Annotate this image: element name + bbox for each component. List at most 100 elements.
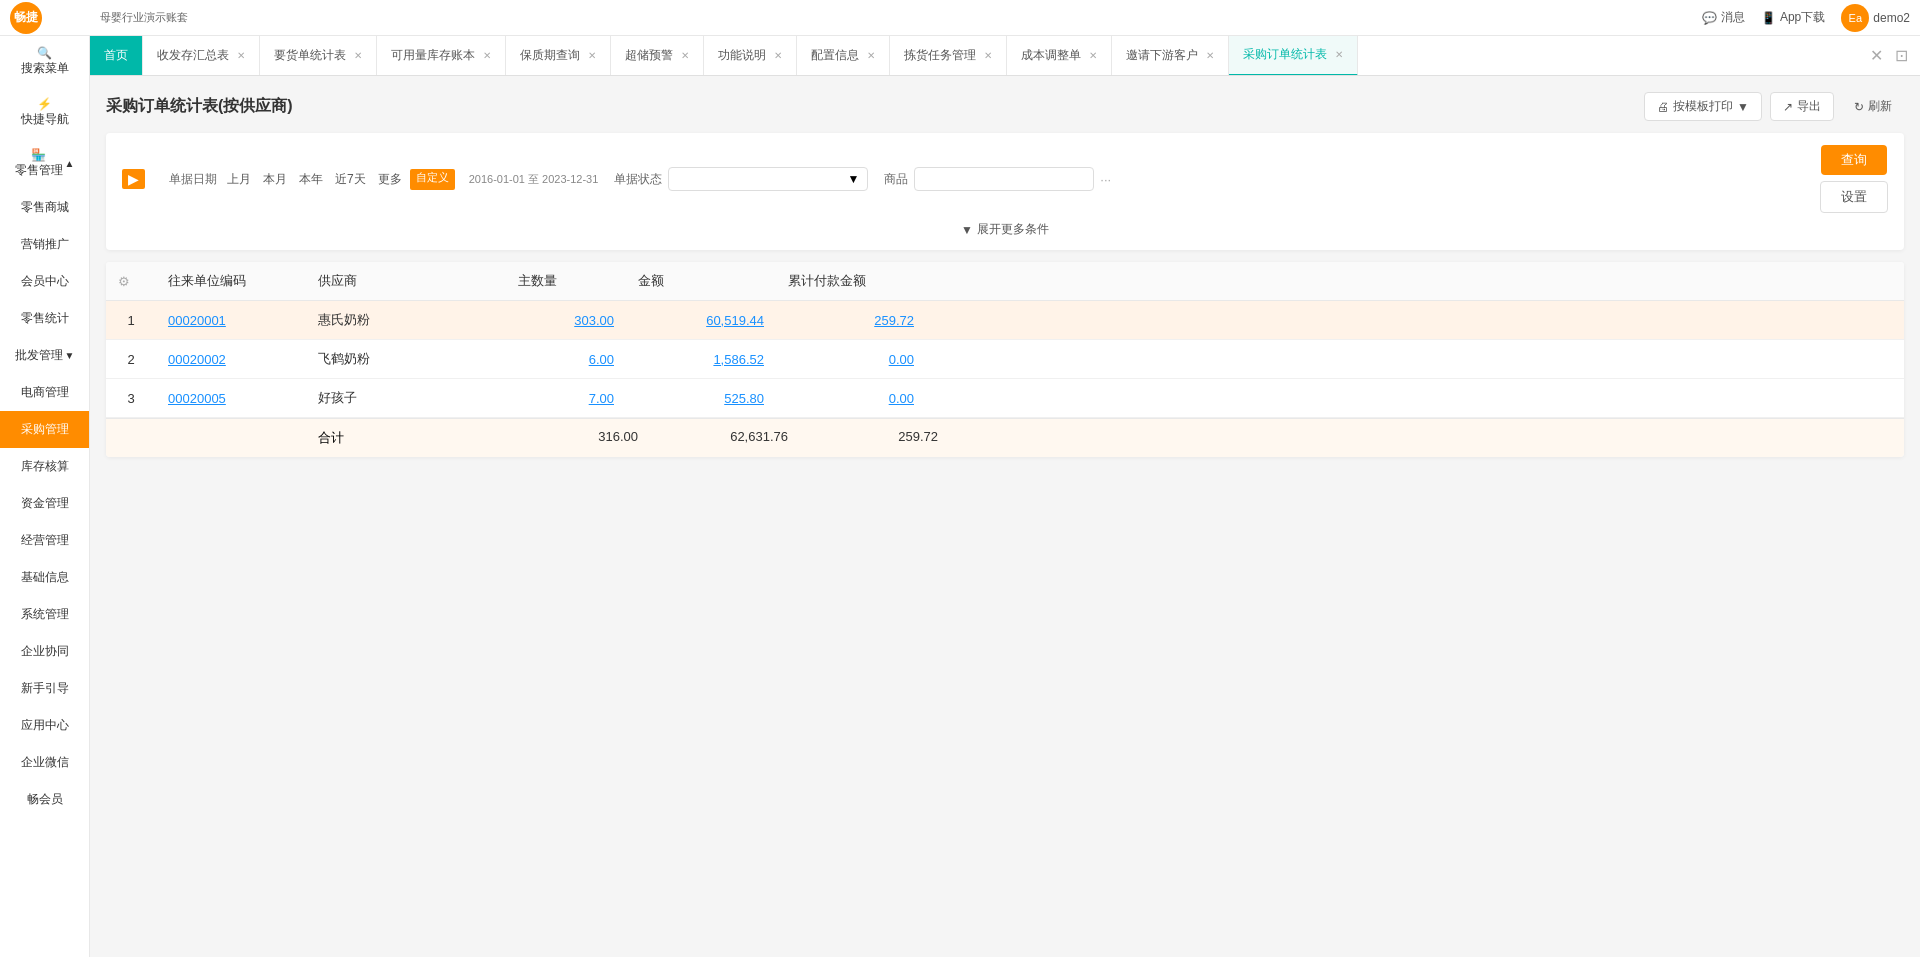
top-bar-right: 💬 消息 📱 App下载 Ea demo2 — [1702, 4, 1910, 32]
close-receipts-summary-icon[interactable]: ✕ — [237, 50, 245, 61]
close-usable-inventory-icon[interactable]: ✕ — [483, 50, 491, 61]
goods-filter-label: 商品 — [884, 171, 908, 188]
goods-filter-group: 商品 ··· — [884, 167, 1111, 191]
custom-date-badge[interactable]: 自定义 — [410, 169, 455, 190]
this-month-shortcut[interactable]: 本月 — [259, 169, 291, 190]
tab-overstock-warning[interactable]: 超储预警 ✕ — [611, 36, 704, 76]
table-row[interactable]: 2 00020002 飞鹤奶粉 6.00 1,586.52 0.00 — [106, 340, 1904, 379]
close-pick-task-icon[interactable]: ✕ — [984, 50, 992, 61]
tab-purchase-stats[interactable]: 采购订单统计表 ✕ — [1229, 36, 1358, 76]
close-func-desc-icon[interactable]: ✕ — [774, 50, 782, 61]
print-dropdown-icon: ▼ — [1737, 100, 1749, 114]
close-cost-adjust-icon[interactable]: ✕ — [1089, 50, 1097, 61]
tab-goods-stats[interactable]: 要货单统计表 ✕ — [260, 36, 377, 76]
sidebar-item-basic-info[interactable]: 基础信息 — [0, 559, 89, 596]
expand-more-button[interactable]: ▼ 展开更多条件 — [961, 221, 1049, 238]
tab-home[interactable]: 首页 — [90, 36, 143, 76]
sidebar-item-member-center[interactable]: 会员中心 — [0, 263, 89, 300]
cell-qty: 303.00 — [506, 301, 626, 340]
qty-link[interactable]: 7.00 — [589, 391, 614, 406]
close-expiry-query-icon[interactable]: ✕ — [588, 50, 596, 61]
qty-link[interactable]: 303.00 — [574, 313, 614, 328]
sidebar-item-retail-mgmt[interactable]: 🏪 零售管理 ▲ — [0, 138, 89, 189]
this-year-shortcut[interactable]: 本年 — [295, 169, 327, 190]
paid-link[interactable]: 0.00 — [889, 352, 914, 367]
amount-link[interactable]: 1,586.52 — [713, 352, 764, 367]
refresh-button[interactable]: ↻ 刷新 — [1842, 93, 1904, 120]
print-button[interactable]: 🖨 按模板打印 ▼ — [1644, 92, 1762, 121]
message-icon: 💬 — [1702, 11, 1717, 25]
paid-link[interactable]: 0.00 — [889, 391, 914, 406]
sidebar-item-ops-mgmt[interactable]: 经营管理 — [0, 522, 89, 559]
close-purchase-stats-icon[interactable]: ✕ — [1335, 49, 1343, 60]
cell-code: 00020005 — [156, 379, 306, 418]
close-goods-stats-icon[interactable]: ✕ — [354, 50, 362, 61]
tab-usable-inventory[interactable]: 可用量库存账本 ✕ — [377, 36, 506, 76]
sidebar-item-retail-store[interactable]: 零售商城 — [0, 189, 89, 226]
close-config-info-icon[interactable]: ✕ — [867, 50, 875, 61]
user-menu[interactable]: Ea demo2 — [1841, 4, 1910, 32]
tab-expiry-query[interactable]: 保质期查询 ✕ — [506, 36, 611, 76]
sidebar-item-marketing[interactable]: 营销推广 — [0, 226, 89, 263]
content-area: 首页 收发存汇总表 ✕ 要货单统计表 ✕ 可用量库存账本 ✕ 保质期查询 ✕ — [90, 36, 1920, 957]
tab-config-info[interactable]: 配置信息 ✕ — [797, 36, 890, 76]
sidebar-item-batch-mgmt[interactable]: 批发管理 ▼ — [0, 337, 89, 374]
collapse-filter-button[interactable]: ▶ — [122, 169, 145, 189]
table-row[interactable]: 3 00020005 好孩子 7.00 525.80 0.00 — [106, 379, 1904, 418]
sidebar-item-ecom-mgmt[interactable]: 电商管理 — [0, 374, 89, 411]
tab-receipts-summary[interactable]: 收发存汇总表 ✕ — [143, 36, 260, 76]
tab-func-desc[interactable]: 功能说明 ✕ — [704, 36, 797, 76]
sidebar-item-member[interactable]: 畅会员 — [0, 781, 89, 818]
sidebar-item-new-guide[interactable]: 新手引导 — [0, 670, 89, 707]
filter-panel: ▶ 单据日期 上月 本月 本年 近7天 更多 自定义 2016-0 — [106, 133, 1904, 250]
sidebar-item-purchase-mgmt[interactable]: 采购管理 — [0, 411, 89, 448]
tab-receipts-summary-label: 收发存汇总表 — [157, 47, 229, 64]
sidebar-item-enterprise-wechat[interactable]: 企业微信 — [0, 744, 89, 781]
paid-link[interactable]: 259.72 — [874, 313, 914, 328]
maximize-icon[interactable]: ⊡ — [1891, 44, 1912, 67]
sidebar-item-quick-nav[interactable]: ⚡ 快捷导航 — [0, 87, 89, 138]
code-link[interactable]: 00020005 — [168, 391, 226, 406]
table-row[interactable]: 1 00020001 惠氏奶粉 303.00 60,519.44 259.72 — [106, 301, 1904, 340]
top-bar: 畅捷 母婴行业演示账套 💬 消息 📱 App下载 Ea demo2 — [0, 0, 1920, 36]
code-link[interactable]: 00020002 — [168, 352, 226, 367]
export-button[interactable]: ↗ 导出 — [1770, 92, 1834, 121]
tab-cost-adjust[interactable]: 成本调整单 ✕ — [1007, 36, 1112, 76]
last-7-days-shortcut[interactable]: 近7天 — [331, 169, 370, 190]
goods-search-input[interactable] — [914, 167, 1094, 191]
app-download-button[interactable]: 📱 App下载 — [1761, 9, 1825, 26]
amount-link[interactable]: 60,519.44 — [706, 313, 764, 328]
amount-link[interactable]: 525.80 — [724, 391, 764, 406]
status-select[interactable]: ▼ — [668, 167, 868, 191]
sidebar-item-enterprise-collab-label: 企业协同 — [0, 643, 89, 660]
sidebar-item-app-center[interactable]: 应用中心 — [0, 707, 89, 744]
close-invite-downstream-icon[interactable]: ✕ — [1206, 50, 1214, 61]
more-shortcut[interactable]: 更多 — [374, 169, 406, 190]
goods-more-icon[interactable]: ··· — [1100, 172, 1111, 187]
last-month-shortcut[interactable]: 上月 — [223, 169, 255, 190]
col-header-amount: 金额 — [626, 262, 776, 301]
close-all-tabs-icon[interactable]: ✕ — [1866, 44, 1887, 67]
sidebar-item-sys-mgmt[interactable]: 系统管理 — [0, 596, 89, 633]
settings-button[interactable]: 设置 — [1820, 181, 1888, 213]
page-header-actions: 🖨 按模板打印 ▼ ↗ 导出 ↻ 刷新 — [1644, 92, 1904, 121]
table-header-row: ⚙ 往来单位编码 供应商 主数量 金额 累计付款金额 — [106, 262, 1904, 301]
tab-purchase-stats-label: 采购订单统计表 — [1243, 46, 1327, 63]
sidebar-item-retail-stats[interactable]: 零售统计 — [0, 300, 89, 337]
code-link[interactable]: 00020001 — [168, 313, 226, 328]
sidebar-item-enterprise-collab[interactable]: 企业协同 — [0, 633, 89, 670]
sidebar-item-finance-mgmt[interactable]: 资金管理 — [0, 485, 89, 522]
sidebar-item-search[interactable]: 🔍 搜索菜单 — [0, 36, 89, 87]
message-button[interactable]: 💬 消息 — [1702, 9, 1745, 26]
sidebar-item-inventory[interactable]: 库存核算 — [0, 448, 89, 485]
tab-invite-downstream[interactable]: 邀请下游客户 ✕ — [1112, 36, 1229, 76]
tab-pick-task[interactable]: 拣货任务管理 ✕ — [890, 36, 1007, 76]
table-settings-icon[interactable]: ⚙ — [118, 274, 130, 289]
tab-pick-task-label: 拣货任务管理 — [904, 47, 976, 64]
close-overstock-warning-icon[interactable]: ✕ — [681, 50, 689, 61]
query-button[interactable]: 查询 — [1821, 145, 1887, 175]
qty-link[interactable]: 6.00 — [589, 352, 614, 367]
search-icon: 🔍 — [0, 46, 89, 60]
cell-amount: 60,519.44 — [626, 301, 776, 340]
status-filter-label: 单据状态 — [614, 171, 662, 188]
